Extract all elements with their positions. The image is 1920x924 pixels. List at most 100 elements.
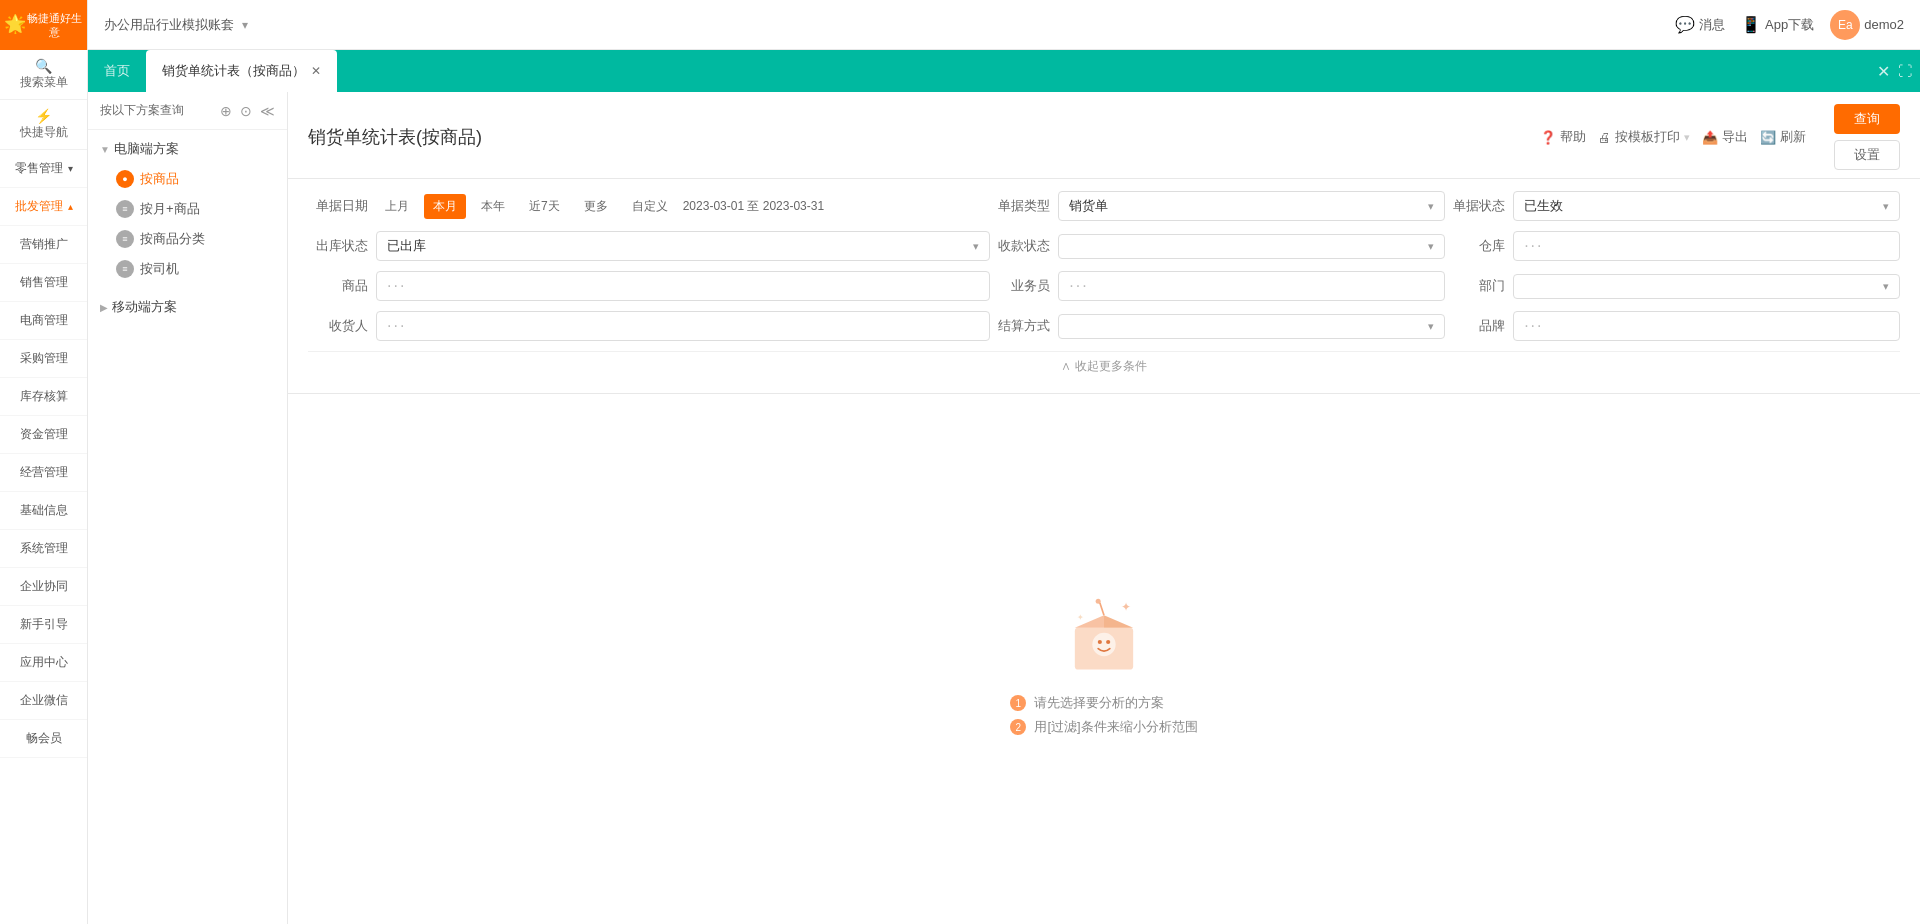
query-button[interactable]: 查询	[1834, 104, 1900, 134]
collapse-panel-icon[interactable]: ≪	[260, 103, 275, 119]
sidebar-item-member[interactable]: 畅会员	[0, 720, 87, 758]
app-logo: 🌟 畅捷通好生意	[0, 0, 87, 50]
app-download-btn[interactable]: 📱 App下载	[1741, 15, 1814, 34]
wh-status-arrow: ▾	[973, 240, 979, 253]
sidebar-item-wechat[interactable]: 企业微信	[0, 682, 87, 720]
tab-close-icon[interactable]: ✕	[311, 64, 321, 78]
sidebar-item-quicknav[interactable]: ⚡ 快捷导航	[0, 100, 87, 150]
tree-child-by-driver[interactable]: ≡ 按司机	[88, 254, 287, 284]
svg-point-5	[1096, 599, 1101, 604]
sidebar-item-search[interactable]: 🔍 搜索菜单	[0, 50, 87, 100]
sidebar-item-ecom[interactable]: 电商管理	[0, 302, 87, 340]
collapse-bar[interactable]: ∧ 收起更多条件	[308, 351, 1900, 381]
refresh-btn[interactable]: 🔄 刷新	[1760, 128, 1806, 146]
dropdown-icon[interactable]: ▾	[242, 18, 248, 32]
chevron-up-icon: ▴	[68, 201, 73, 212]
tab-sales-stats[interactable]: 销货单统计表（按商品） ✕	[146, 50, 337, 92]
filter-area: 单据日期 上月 本月 本年 近7天 更多 自定义 2023-03-01 至 20…	[288, 179, 1920, 394]
filter-cell-receipt-status: 收款状态 ▾	[990, 234, 1445, 259]
payment-select[interactable]: ▾	[1058, 314, 1445, 339]
salesman-dots: ···	[1069, 277, 1088, 295]
tip-num-1: 1	[1010, 695, 1026, 711]
page-actions: ❓ 帮助 🖨 按模板打印 ▾ 📤 导出 🔄	[1540, 128, 1806, 146]
tree-expand-icon: ▼	[100, 144, 110, 155]
warehouse-input[interactable]: ···	[1513, 231, 1900, 261]
receiver-input[interactable]: ···	[376, 311, 990, 341]
settings-button[interactable]: 设置	[1834, 140, 1900, 170]
dept-select[interactable]: ▾	[1513, 274, 1900, 299]
settings-scheme-icon[interactable]: ⊙	[240, 103, 252, 119]
sidebar-item-marketing[interactable]: 营销推广	[0, 226, 87, 264]
empty-tip-2: 2 用[过滤]条件来缩小分析范围	[1010, 718, 1197, 736]
salesman-label: 业务员	[990, 277, 1050, 295]
sidebar-item-basic[interactable]: 基础信息	[0, 492, 87, 530]
date-btn-7days[interactable]: 近7天	[520, 194, 569, 219]
add-scheme-icon[interactable]: ⊕	[220, 103, 232, 119]
tree-parent-pc[interactable]: ▼ 电脑端方案	[88, 134, 287, 164]
date-btn-custom[interactable]: 自定义	[623, 194, 677, 219]
tab-home[interactable]: 首页	[88, 50, 146, 92]
doc-type-select[interactable]: 销货单 ▾	[1058, 191, 1445, 221]
svg-text:✦: ✦	[1077, 612, 1084, 622]
filter-cell-salesman: 业务员 ···	[990, 271, 1445, 301]
scheme-icon-category: ≡	[116, 230, 134, 248]
doc-status-arrow: ▾	[1883, 200, 1889, 213]
left-panel: 按以下方案查询 ⊕ ⊙ ≪ ▼ 电脑端方案 ● 按商品 ≡ 按月+	[88, 92, 288, 924]
receipt-status-label: 收款状态	[990, 237, 1050, 255]
message-icon: 💬	[1675, 15, 1695, 34]
filter-cell-doctype: 单据类型 销货单 ▾	[990, 191, 1445, 221]
filter-row-4: 收货人 ··· 结算方式 ▾	[308, 311, 1900, 341]
tab-expand-icon[interactable]: ⛶	[1898, 63, 1912, 79]
sidebar-item-retail[interactable]: 零售管理 ▾	[0, 150, 87, 188]
brand-label: 品牌	[1445, 317, 1505, 335]
filter-cell-brand: 品牌 ···	[1445, 311, 1900, 341]
export-btn[interactable]: 📤 导出	[1702, 128, 1748, 146]
message-btn[interactable]: 💬 消息	[1675, 15, 1725, 34]
help-btn[interactable]: ❓ 帮助	[1540, 128, 1586, 146]
filter-row-3: 商品 ··· 业务员 ···	[308, 271, 1900, 301]
sidebar-item-newbie[interactable]: 新手引导	[0, 606, 87, 644]
tab-close-window-icon[interactable]: ✕	[1877, 62, 1890, 81]
date-btn-this-year[interactable]: 本年	[472, 194, 514, 219]
scheme-active-icon: ●	[116, 170, 134, 188]
refresh-icon: 🔄	[1760, 130, 1776, 145]
filter-row-1: 单据日期 上月 本月 本年 近7天 更多 自定义 2023-03-01 至 20…	[308, 191, 1900, 221]
top-header: 办公用品行业模拟账套 ▾ 💬 消息 📱 App下载 Ea demo2	[88, 0, 1920, 50]
wh-status-select[interactable]: 已出库 ▾	[376, 231, 990, 261]
sidebar-item-wholesale[interactable]: 批发管理 ▴	[0, 188, 87, 226]
sidebar-item-inventory[interactable]: 库存核算	[0, 378, 87, 416]
receipt-status-select[interactable]: ▾	[1058, 234, 1445, 259]
tree-parent-mobile[interactable]: ▶ 移动端方案	[88, 292, 287, 322]
print-btn[interactable]: 🖨 按模板打印 ▾	[1598, 128, 1690, 146]
doc-status-select[interactable]: 已生效 ▾	[1513, 191, 1900, 221]
svg-point-3	[1106, 640, 1110, 644]
sidebar-item-operations[interactable]: 经营管理	[0, 454, 87, 492]
brand-input[interactable]: ···	[1513, 311, 1900, 341]
empty-tip-1: 1 请先选择要分析的方案	[1010, 694, 1197, 712]
svg-text:✦: ✦	[1121, 600, 1131, 613]
sidebar-item-sales[interactable]: 销售管理	[0, 264, 87, 302]
tree-child-by-month-goods[interactable]: ≡ 按月+商品	[88, 194, 287, 224]
industry-label: 办公用品行业模拟账套	[104, 16, 234, 34]
user-info[interactable]: Ea demo2	[1830, 10, 1904, 40]
goods-input[interactable]: ···	[376, 271, 990, 301]
empty-illustration: ✦ ✦	[1054, 582, 1154, 682]
sidebar: 🌟 畅捷通好生意 🔍 搜索菜单 ⚡ 快捷导航 零售管理 ▾ 批发管理 ▴ 营销推…	[0, 0, 88, 924]
main-area: 办公用品行业模拟账套 ▾ 💬 消息 📱 App下载 Ea demo2 首页	[88, 0, 1920, 924]
tree-child-by-category[interactable]: ≡ 按商品分类	[88, 224, 287, 254]
sidebar-item-finance[interactable]: 资金管理	[0, 416, 87, 454]
sidebar-item-appcenter[interactable]: 应用中心	[0, 644, 87, 682]
tree-child-by-goods[interactable]: ● 按商品	[88, 164, 287, 194]
sidebar-item-purchase[interactable]: 采购管理	[0, 340, 87, 378]
date-btn-more[interactable]: 更多	[575, 194, 617, 219]
svg-point-1	[1092, 633, 1115, 656]
sidebar-item-collab[interactable]: 企业协同	[0, 568, 87, 606]
date-btn-last-month[interactable]: 上月	[376, 194, 418, 219]
doc-status-label: 单据状态	[1445, 197, 1505, 215]
date-btn-this-month[interactable]: 本月	[424, 194, 466, 219]
salesman-input[interactable]: ···	[1058, 271, 1445, 301]
dept-control: ▾	[1513, 274, 1900, 299]
sidebar-item-system[interactable]: 系统管理	[0, 530, 87, 568]
scheme-icon-month: ≡	[116, 200, 134, 218]
warehouse-control: ···	[1513, 231, 1900, 261]
